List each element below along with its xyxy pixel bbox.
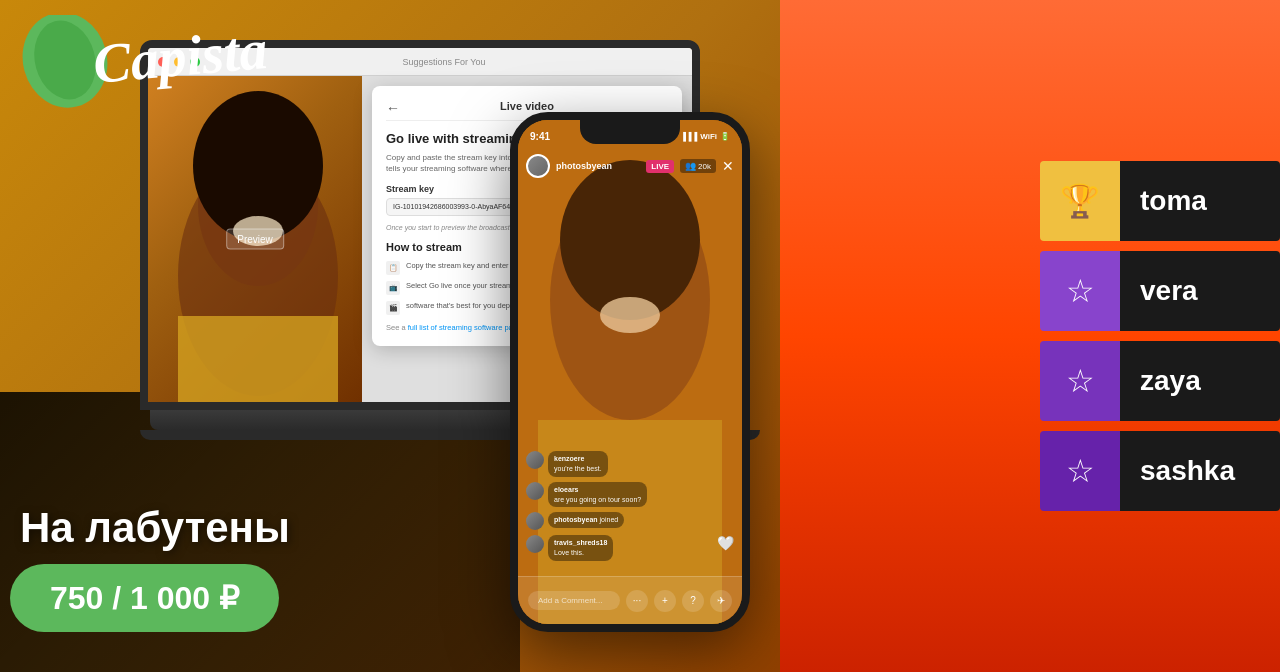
star-icon-vera: ☆ <box>1066 272 1095 310</box>
star-icon-zaya: ☆ <box>1066 362 1095 400</box>
comment-avatar-4 <box>526 535 544 553</box>
battery-icon: 🔋 <box>720 132 730 141</box>
leader-name-box-toma: toma <box>1120 161 1280 241</box>
comment-text-1: kenzoere you're the best. <box>548 451 608 477</box>
svg-rect-7 <box>178 316 338 402</box>
comment-text-2: eloears are you going on tour soon? <box>548 482 647 508</box>
leader-name-box-vera: vera <box>1120 251 1280 331</box>
phone-live-header: photosbyean LIVE 👥 20k ✕ <box>518 148 742 184</box>
signal-icon: ▐▐▐ <box>680 132 697 141</box>
star-icon-sashka: ☆ <box>1066 452 1095 490</box>
live-avatar <box>526 154 550 178</box>
logo-area: Capista <box>15 15 295 115</box>
more-icon[interactable]: ··· <box>626 590 648 612</box>
live-badge: LIVE <box>646 160 674 173</box>
heart-icon[interactable]: 🤍 <box>717 535 734 551</box>
phone-comments: kenzoere you're the best. eloears are yo… <box>518 443 742 574</box>
comment-item-1: kenzoere you're the best. <box>526 451 734 477</box>
leaderboard: 🏆 toma ☆ vera ☆ <box>1040 161 1280 511</box>
leader-icon-toma: 🏆 <box>1040 161 1120 241</box>
copy-icon: 📋 <box>386 261 400 275</box>
leader-item-zaya: ☆ zaya <box>1040 341 1280 421</box>
leader-name-toma: toma <box>1140 185 1207 217</box>
send-icon[interactable]: ✈ <box>710 590 732 612</box>
svg-text:Capista: Capista <box>91 18 270 95</box>
modal-title-header: Live video <box>500 100 554 112</box>
leader-item-toma: 🏆 toma <box>1040 161 1280 241</box>
add-icon[interactable]: + <box>654 590 676 612</box>
comment-avatar-2 <box>526 482 544 500</box>
screen-photo: Preview <box>148 76 362 402</box>
leader-item-vera: ☆ vera <box>1040 251 1280 331</box>
close-icon[interactable]: ✕ <box>722 158 734 174</box>
phone-screen: 9:41 ▐▐▐ WiFi 🔋 photosbyean LIVE <box>518 120 742 624</box>
leader-icon-sashka: ☆ <box>1040 431 1120 511</box>
comment-item-3: photosbyean joined <box>526 512 734 530</box>
live-username: photosbyean <box>556 161 640 171</box>
price-text: 750 / 1 000 ₽ <box>50 580 239 616</box>
comment-input-placeholder[interactable]: Add a Comment... <box>528 591 620 610</box>
phone-bottom-bar: Add a Comment... ··· + ? ✈ <box>518 576 742 624</box>
leader-name-box-sashka: sashka <box>1120 431 1280 511</box>
comment-text-3: photosbyean joined <box>548 512 624 528</box>
phone-mockup: 9:41 ▐▐▐ WiFi 🔋 photosbyean LIVE <box>490 112 770 672</box>
capista-logo: Capista <box>15 15 295 115</box>
trophy-icon: 🏆 <box>1060 182 1100 220</box>
phone-frame: 9:41 ▐▐▐ WiFi 🔋 photosbyean LIVE <box>510 112 750 632</box>
leader-item-sashka: ☆ sashka <box>1040 431 1280 511</box>
comment-avatar-3 <box>526 512 544 530</box>
comment-item-4: travis_shreds18 Love this. 🤍 <box>526 535 734 561</box>
bottom-icons: ··· + ? ✈ <box>626 590 732 612</box>
comment-text-4: travis_shreds18 Love this. <box>548 535 613 561</box>
left-section: Capista Suggestions For You <box>0 0 780 672</box>
question-icon[interactable]: ? <box>682 590 704 612</box>
preview-button[interactable]: Preview <box>226 229 284 250</box>
leader-name-vera: vera <box>1140 275 1198 307</box>
leader-name-box-zaya: zaya <box>1120 341 1280 421</box>
wifi-icon: WiFi <box>700 132 717 141</box>
live-viewers: 👥 20k <box>680 159 716 173</box>
status-icons: ▐▐▐ WiFi 🔋 <box>680 132 730 141</box>
leader-name-zaya: zaya <box>1140 365 1201 397</box>
price-pill: 750 / 1 000 ₽ <box>10 564 279 632</box>
status-time: 9:41 <box>530 131 550 142</box>
screen-icon: 📺 <box>386 281 400 295</box>
comment-item-2: eloears are you going on tour soon? <box>526 482 734 508</box>
back-arrow[interactable]: ← <box>386 100 400 116</box>
video-icon: 🎬 <box>386 301 400 315</box>
overlay-title: На лабутены <box>20 504 290 552</box>
right-section: 🏆 toma ☆ vera ☆ <box>780 0 1280 672</box>
comment-avatar-1 <box>526 451 544 469</box>
main-container: Capista Suggestions For You <box>0 0 1280 672</box>
leader-icon-zaya: ☆ <box>1040 341 1120 421</box>
leader-icon-vera: ☆ <box>1040 251 1120 331</box>
phone-notch <box>580 120 680 144</box>
leader-name-sashka: sashka <box>1140 455 1235 487</box>
